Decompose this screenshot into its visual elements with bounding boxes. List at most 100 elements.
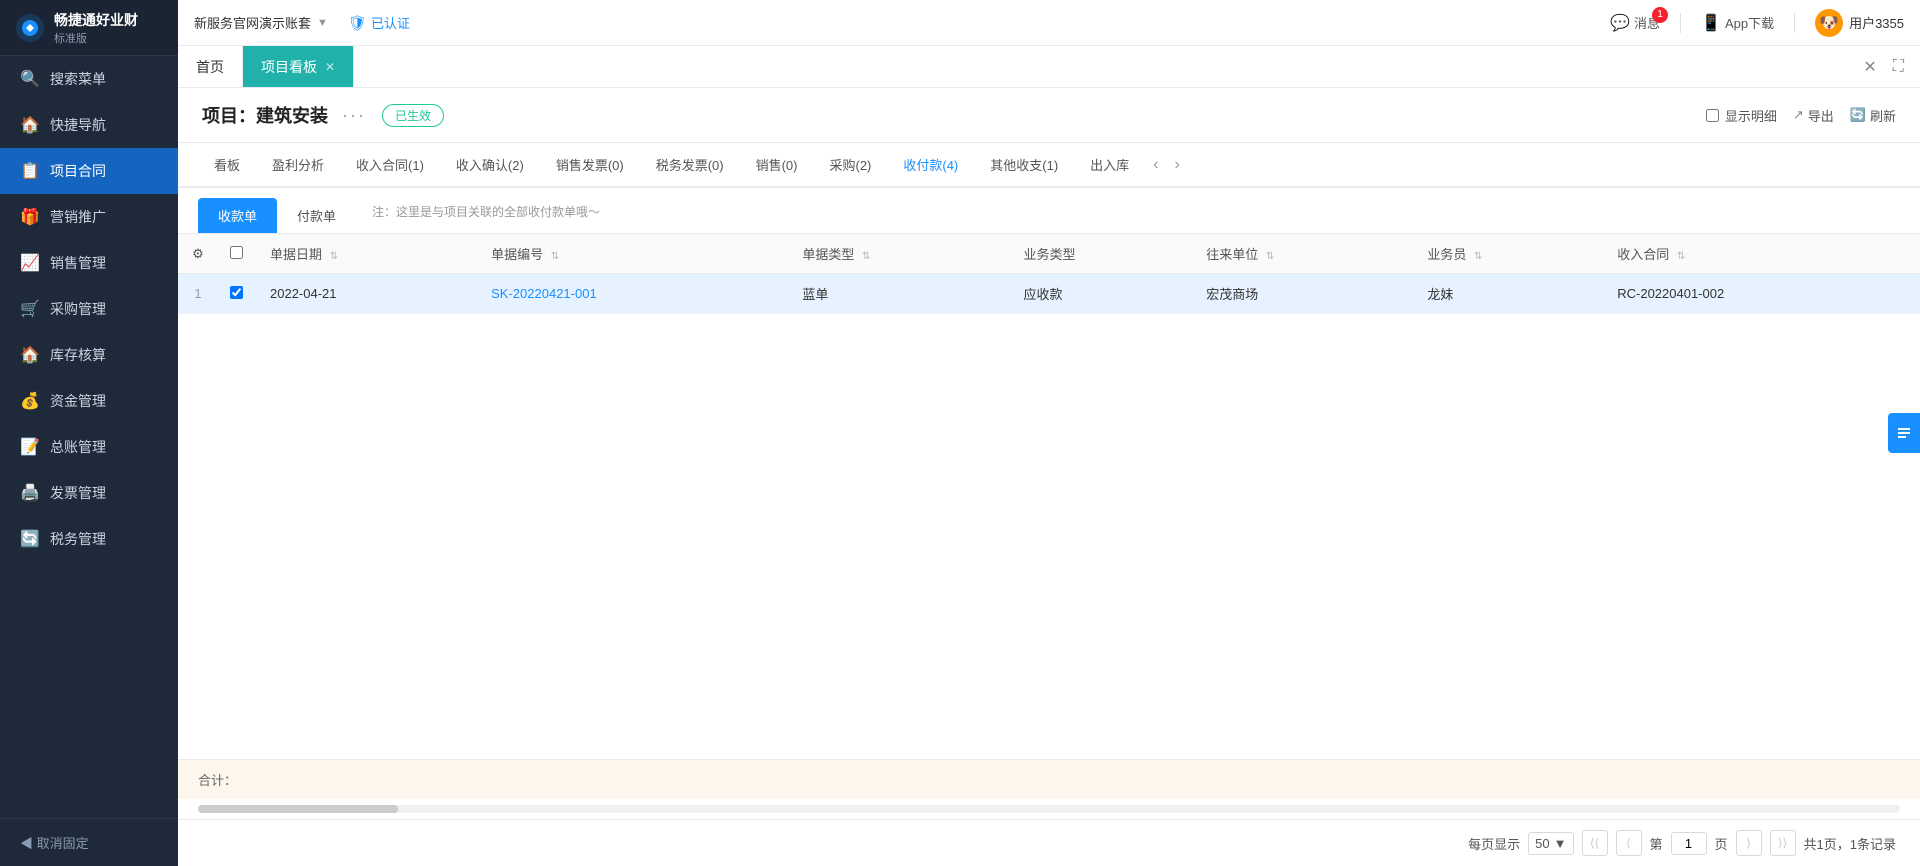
table-row[interactable]: 1 2022-04-21 SK-20220421-001 蓝单 应收款 宏茂商场… [178, 274, 1920, 314]
page-input[interactable] [1671, 832, 1707, 855]
scrollbar-thumb[interactable] [198, 805, 398, 813]
sub-tab-other-income[interactable]: 其他收支(1) [974, 143, 1074, 188]
row-date: 2022-04-21 [258, 274, 479, 314]
gift-icon: 🎁 [20, 207, 40, 227]
table-settings-header[interactable]: ⚙ [178, 234, 218, 274]
sidebar-label-capital: 资金管理 [50, 391, 106, 411]
row-biz-type: 应收款 [1012, 274, 1195, 314]
export-button[interactable]: ↗ 导出 [1793, 106, 1834, 125]
sidebar-item-sales[interactable]: 📈 销售管理 [0, 240, 178, 286]
project-prefix: 项目： [202, 102, 256, 128]
total-info: 共1页，1条记录 [1804, 834, 1896, 853]
sub-tab-sales-invoice[interactable]: 销售发票(0) [540, 143, 640, 188]
tab-close-window-button[interactable]: ✕ [1859, 53, 1880, 81]
logo-title: 畅捷通好业财 [54, 10, 138, 30]
project-more-button[interactable]: ··· [342, 105, 366, 126]
page-suffix: 页 [1715, 834, 1728, 853]
tab-maximize-button[interactable]: ⛶ [1889, 54, 1908, 80]
sidebar-item-inventory[interactable]: 🏠 库存核算 [0, 332, 178, 378]
table-number-header[interactable]: 单据编号 ⇅ [479, 234, 790, 274]
row-type: 蓝单 [790, 274, 1011, 314]
sidebar-item-project-contract[interactable]: 📋 项目合同 [0, 148, 178, 194]
sidebar-label-sales: 销售管理 [50, 253, 106, 273]
inner-tab-payment[interactable]: 付款单 [277, 198, 356, 233]
sidebar-item-capital[interactable]: 💰 资金管理 [0, 378, 178, 424]
sub-tab-purchase[interactable]: 采购(2) [813, 143, 887, 188]
main-area: 新服务官网演示账套 ▼ 🛡 已认证 💬 消息 1 📱 App下载 🐶 用户335… [178, 0, 1920, 866]
messages-button[interactable]: 💬 消息 1 [1610, 13, 1660, 33]
certified-badge: 🛡 已认证 [348, 13, 410, 32]
sidebar-label-inventory: 库存核算 [50, 345, 106, 365]
number-sort-icon: ⇅ [551, 251, 559, 262]
sidebar-label-ledger: 总账管理 [50, 437, 106, 457]
purchase-icon: 🛒 [20, 299, 40, 319]
project-status-badge: 已生效 [382, 104, 444, 127]
float-action-button[interactable] [1888, 413, 1920, 453]
float-icon [1896, 425, 1912, 441]
account-selector[interactable]: 新服务官网演示账套 ▼ [194, 13, 328, 32]
sidebar-label-tax: 税务管理 [50, 529, 106, 549]
tax-icon: 🔄 [20, 529, 40, 549]
row-number-link[interactable]: SK-20220421-001 [491, 286, 597, 301]
sub-tab-tax-invoice[interactable]: 税务发票(0) [640, 143, 740, 188]
sidebar-item-quick-nav[interactable]: 🏠 快捷导航 [0, 102, 178, 148]
sidebar-unpin-button[interactable]: ◀ 取消固定 [0, 818, 178, 866]
export-icon: ↗ [1793, 107, 1804, 123]
refresh-button[interactable]: 🔄 刷新 [1850, 106, 1896, 125]
project-name: 建筑安装 [256, 102, 328, 128]
project-icon: 📋 [20, 161, 40, 181]
row-number[interactable]: SK-20220421-001 [479, 274, 790, 314]
topbar-divider-1 [1680, 13, 1681, 33]
show-detail-checkbox[interactable]: 显示明细 [1706, 106, 1777, 125]
ledger-icon: 📝 [20, 437, 40, 457]
row-select-checkbox[interactable] [230, 286, 243, 299]
first-page-button[interactable]: ⟨⟨ [1582, 830, 1608, 856]
sidebar-item-tax[interactable]: 🔄 税务管理 [0, 516, 178, 562]
topbar-divider-2 [1794, 13, 1795, 33]
sub-tab-income-confirm[interactable]: 收入确认(2) [440, 143, 540, 188]
home-icon: 🏠 [20, 115, 40, 135]
show-detail-input[interactable] [1706, 109, 1719, 122]
next-page-button[interactable]: ⟩ [1736, 830, 1762, 856]
user-menu[interactable]: 🐶 用户3355 [1815, 9, 1904, 37]
sidebar-label-invoice: 发票管理 [50, 483, 106, 503]
show-detail-label: 显示明细 [1725, 106, 1777, 125]
sub-tab-kanban[interactable]: 看板 [198, 143, 256, 188]
page-prefix: 第 [1650, 834, 1663, 853]
per-page-select[interactable]: 50 ▼ [1528, 832, 1573, 855]
sidebar-label-marketing: 营销推广 [50, 207, 106, 227]
sub-tab-receipt[interactable]: 收付款(4) [887, 143, 974, 188]
inner-tab-receipt[interactable]: 收款单 [198, 198, 277, 233]
tab-close-icon[interactable]: ✕ [325, 60, 335, 74]
table-contract-header[interactable]: 收入合同 ⇅ [1605, 234, 1920, 274]
sidebar-item-invoice[interactable]: 🖨️ 发票管理 [0, 470, 178, 516]
search-icon: 🔍 [20, 69, 40, 89]
last-page-button[interactable]: ⟩⟩ [1770, 830, 1796, 856]
prev-page-button[interactable]: ⟨ [1616, 830, 1642, 856]
sub-tab-in-out[interactable]: 出入库 [1074, 143, 1145, 188]
sidebar-item-search[interactable]: 🔍 搜索菜单 [0, 56, 178, 102]
tab-home[interactable]: 首页 [178, 46, 243, 87]
row-checkbox[interactable] [218, 274, 258, 314]
tab-project-board[interactable]: 项目看板 ✕ [243, 46, 354, 87]
table-partner-header[interactable]: 往来单位 ⇅ [1194, 234, 1415, 274]
sub-tabs-next-icon[interactable]: › [1167, 150, 1188, 180]
message-icon: 💬 [1610, 13, 1630, 33]
app-download-button[interactable]: 📱 App下载 [1701, 13, 1774, 33]
horizontal-scrollbar[interactable] [198, 805, 1900, 813]
table-type-header[interactable]: 单据类型 ⇅ [790, 234, 1011, 274]
table-checkbox-header[interactable] [218, 234, 258, 274]
table-salesperson-header[interactable]: 业务员 ⇅ [1415, 234, 1605, 274]
sidebar-item-marketing[interactable]: 🎁 营销推广 [0, 194, 178, 240]
sub-tab-profit[interactable]: 盈利分析 [256, 143, 340, 188]
per-page-label: 每页显示 [1468, 834, 1520, 853]
sidebar-item-purchase[interactable]: 🛒 采购管理 [0, 286, 178, 332]
sub-tab-sales[interactable]: 销售(0) [740, 143, 814, 188]
table-date-header[interactable]: 单据日期 ⇅ [258, 234, 479, 274]
select-all-checkbox[interactable] [230, 246, 243, 259]
sidebar-item-ledger[interactable]: 📝 总账管理 [0, 424, 178, 470]
sub-tab-income-contract[interactable]: 收入合同(1) [340, 143, 440, 188]
sub-tabs-prev-icon[interactable]: ‹ [1145, 150, 1166, 180]
tab-project-board-label: 项目看板 [261, 57, 317, 77]
topbar-right: 💬 消息 1 📱 App下载 🐶 用户3355 [1610, 9, 1904, 37]
